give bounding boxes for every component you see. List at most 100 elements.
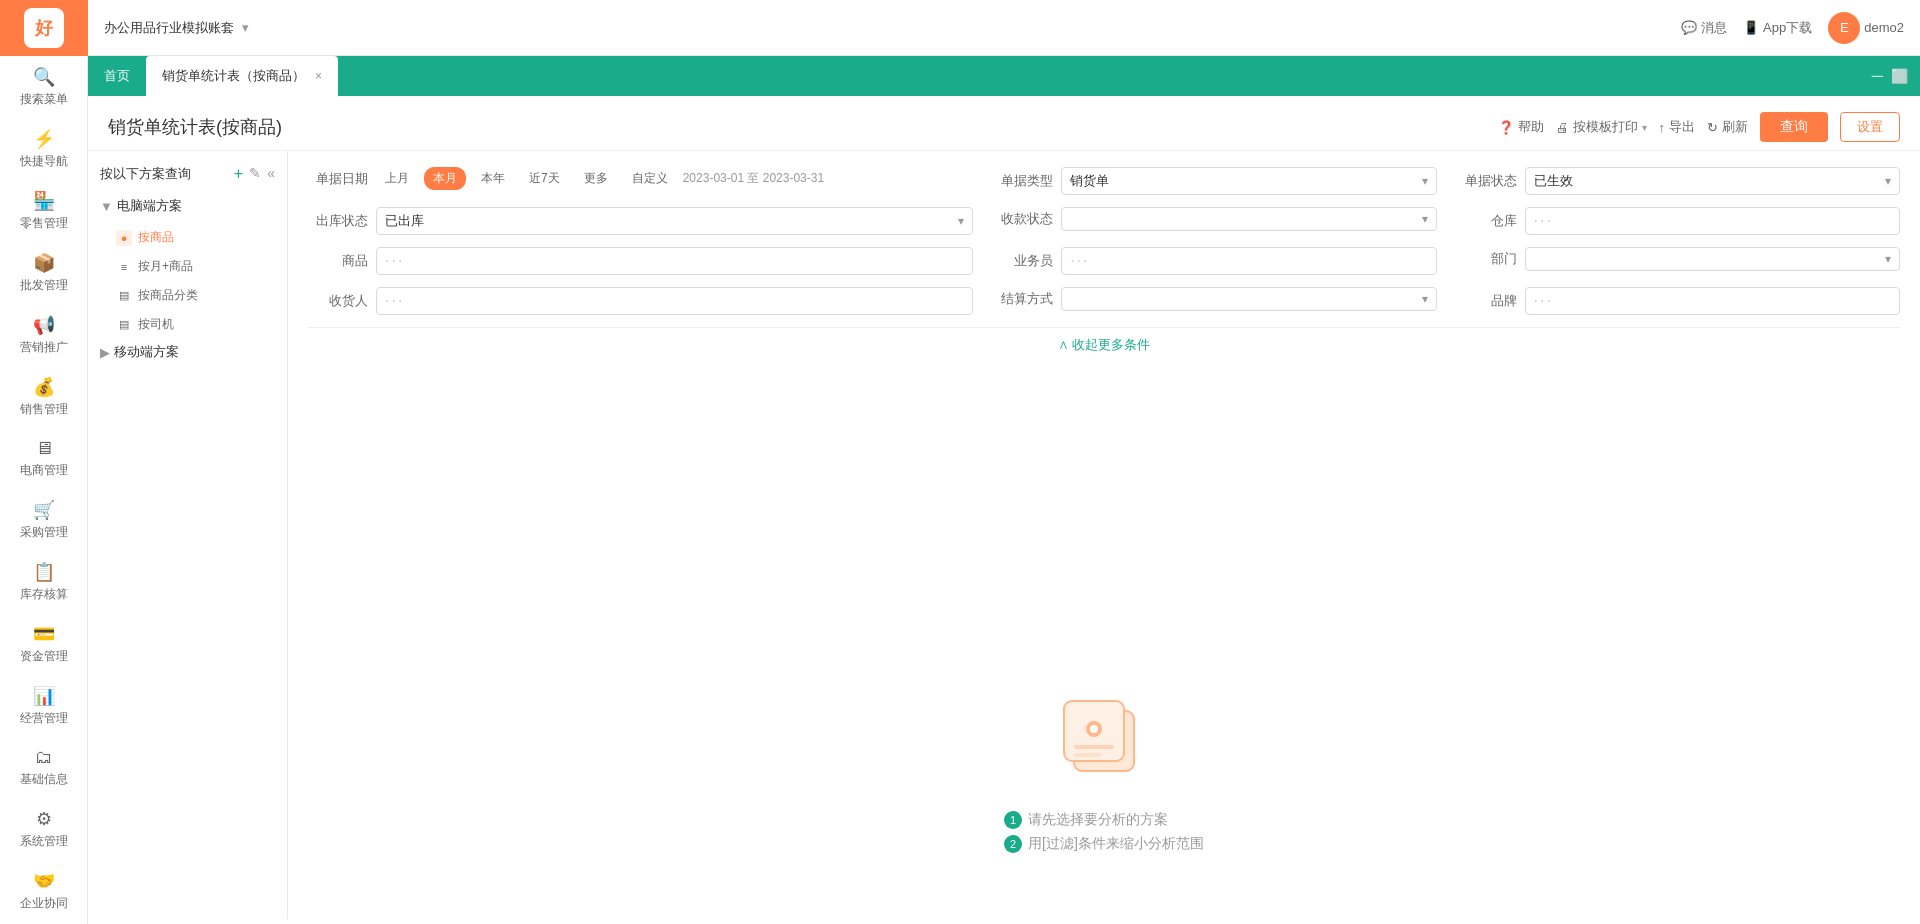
scheme-edit-icon[interactable]: ✎ (249, 165, 261, 183)
sidebar-item-wholesale[interactable]: 📦 批发管理 (0, 242, 87, 304)
date-btn-7days[interactable]: 近7天 (520, 167, 569, 190)
sidebar-item-system[interactable]: ⚙ 系统管理 (0, 798, 87, 860)
filter-out-status: 出库状态 已出库 ▾ (308, 207, 973, 235)
filter-date: 单据日期 上月 本月 本年 近7天 更多 自定义 2023-03-01 至 20… (308, 167, 973, 190)
sidebar-item-marketing[interactable]: 📢 营销推广 (0, 304, 87, 366)
settle-select[interactable]: ▾ (1061, 287, 1436, 311)
ecom-icon: 🖥 (35, 438, 53, 459)
tab-active[interactable]: 销货单统计表（按商品） × (146, 56, 338, 96)
filter-receiver: 收货人 ··· (308, 287, 973, 315)
doc-status-arrow-icon: ▾ (1885, 174, 1891, 188)
staff-dots: ··· (1070, 252, 1089, 270)
query-button[interactable]: 查询 (1760, 112, 1828, 142)
tab-home-label: 首页 (104, 67, 130, 85)
sidebar-item-retail[interactable]: 🏪 零售管理 (0, 180, 87, 242)
scheme-item-by-goods-category[interactable]: ▤ 按商品分类 (88, 281, 287, 310)
scheme-pc-label: 电脑端方案 (117, 197, 182, 215)
page-body: 销货单统计表(按商品) ❓ 帮助 🖨 按模板打印 ▾ ↑ 导出 ↻ 刷新 (88, 96, 1920, 924)
print-label: 按模板打印 (1573, 118, 1638, 136)
tip-text-1: 请先选择要分析的方案 (1028, 811, 1168, 829)
filter-warehouse: 仓库 ··· (1457, 207, 1900, 235)
help-label: 帮助 (1518, 118, 1544, 136)
brand-input[interactable]: ··· (1525, 287, 1900, 315)
scheme-mobile-header[interactable]: ▶ 移动端方案 (100, 343, 275, 361)
scheme-sidebar: 按以下方案查询 + ✎ « ▼ 电脑端方案 ● 按商品 (88, 151, 288, 919)
sidebar-item-finance[interactable]: 💳 资金管理 (0, 613, 87, 675)
dept-select[interactable]: ▾ (1525, 247, 1900, 271)
setting-button[interactable]: 设置 (1840, 112, 1900, 142)
out-status-label: 出库状态 (308, 212, 368, 230)
sidebar-item-sales[interactable]: 💰 销售管理 (0, 366, 87, 428)
collapse-conditions-button[interactable]: ∧ 收起更多条件 (308, 327, 1900, 362)
filter-row-2: 出库状态 已出库 ▾ 收款状态 (308, 207, 1900, 235)
sidebar-item-inventory[interactable]: 📋 库存核算 (0, 551, 87, 613)
marketing-icon: 📢 (33, 314, 55, 336)
filter-row-4: 收货人 ··· 结算方式 (308, 287, 1900, 315)
date-btn-this-year[interactable]: 本年 (472, 167, 514, 190)
sidebar-item-corp[interactable]: 🤝 企业协同 (0, 860, 87, 922)
window-minimize-icon[interactable]: ─ (1872, 67, 1883, 85)
staff-input[interactable]: ··· (1061, 247, 1436, 275)
export-button[interactable]: ↑ 导出 (1659, 118, 1696, 136)
scheme-item-icon: ● (116, 230, 132, 246)
scheme-item-by-cashier[interactable]: ▤ 按司机 (88, 310, 287, 339)
message-icon: 💬 (1681, 20, 1697, 35)
date-btn-more[interactable]: 更多 (575, 167, 617, 190)
sidebar-item-label: 零售管理 (20, 215, 68, 232)
payment-status-select[interactable]: ▾ (1061, 207, 1436, 231)
message-button[interactable]: 💬 消息 (1681, 19, 1727, 37)
print-arrow-icon: ▾ (1642, 122, 1647, 133)
doc-type-select[interactable]: 销货单 ▾ (1061, 167, 1436, 195)
sidebar-item-operation[interactable]: 📊 经营管理 (0, 675, 87, 737)
out-status-select[interactable]: 已出库 ▾ (376, 207, 973, 235)
help-button[interactable]: ❓ 帮助 (1498, 118, 1544, 136)
scheme-item-by-goods[interactable]: ● 按商品 (88, 223, 287, 252)
app-download-icon: 📱 (1743, 20, 1759, 35)
scheme-add-icon[interactable]: + (234, 165, 243, 183)
doc-type-label: 单据类型 (993, 172, 1053, 190)
warehouse-input[interactable]: ··· (1525, 207, 1900, 235)
filter-doc-status: 单据状态 已生效 ▾ (1457, 167, 1900, 195)
date-btn-this-month[interactable]: 本月 (424, 167, 466, 190)
date-btn-last-month[interactable]: 上月 (376, 167, 418, 190)
goods-control: ··· (376, 247, 973, 275)
goods-input[interactable]: ··· (376, 247, 973, 275)
goods-label: 商品 (308, 252, 368, 270)
dept-arrow-icon: ▾ (1885, 252, 1891, 266)
tab-close-icon[interactable]: × (315, 69, 322, 83)
scheme-item-by-month-goods[interactable]: ≡ 按月+商品 (88, 252, 287, 281)
sidebar-item-ecom[interactable]: 🖥 电商管理 (0, 428, 87, 489)
user-profile[interactable]: E demo2 (1828, 12, 1904, 44)
print-button[interactable]: 🖨 按模板打印 ▾ (1556, 118, 1647, 136)
refresh-button[interactable]: ↻ 刷新 (1707, 118, 1748, 136)
retail-icon: 🏪 (33, 190, 55, 212)
scheme-header-actions: + ✎ « (234, 165, 275, 183)
sidebar-item-purchase[interactable]: 🛒 采购管理 (0, 489, 87, 551)
filter-brand: 品牌 ··· (1457, 287, 1900, 315)
system-icon: ⚙ (36, 808, 52, 830)
sidebar-item-shortcut[interactable]: ⚡ 快捷导航 (0, 118, 87, 180)
doc-status-label: 单据状态 (1457, 172, 1517, 190)
sidebar-item-label: 快捷导航 (20, 153, 68, 170)
svg-rect-4 (1074, 745, 1114, 749)
wholesale-icon: 📦 (33, 252, 55, 274)
scheme-pc-header[interactable]: ▼ 电脑端方案 (100, 193, 275, 219)
header-dropdown-icon[interactable]: ▾ (242, 20, 249, 35)
window-maximize-icon[interactable]: ⬜ (1891, 68, 1908, 84)
scheme-mobile-expand-icon: ▶ (100, 345, 110, 360)
date-btn-custom[interactable]: 自定义 (623, 167, 677, 190)
receiver-input[interactable]: ··· (376, 287, 973, 315)
doc-status-select[interactable]: 已生效 ▾ (1525, 167, 1900, 195)
scheme-item-icon: ≡ (116, 259, 132, 275)
app-download-button[interactable]: 📱 App下载 (1743, 19, 1812, 37)
refresh-label: 刷新 (1722, 118, 1748, 136)
sidebar-item-basic[interactable]: 🗂 基础信息 (0, 737, 87, 798)
avatar: E (1828, 12, 1860, 44)
scheme-collapse-icon[interactable]: « (267, 165, 275, 183)
scheme-pc-expand-icon: ▼ (100, 199, 113, 214)
tab-home[interactable]: 首页 (88, 56, 146, 96)
sidebar-item-search[interactable]: 🔍 搜索菜单 (0, 56, 87, 118)
finance-icon: 💳 (33, 623, 55, 645)
sidebar-menu: 🔍 搜索菜单 ⚡ 快捷导航 🏪 零售管理 📦 批发管理 📢 营销推广 💰 销售管… (0, 56, 87, 924)
doc-status-control: 已生效 ▾ (1525, 167, 1900, 195)
